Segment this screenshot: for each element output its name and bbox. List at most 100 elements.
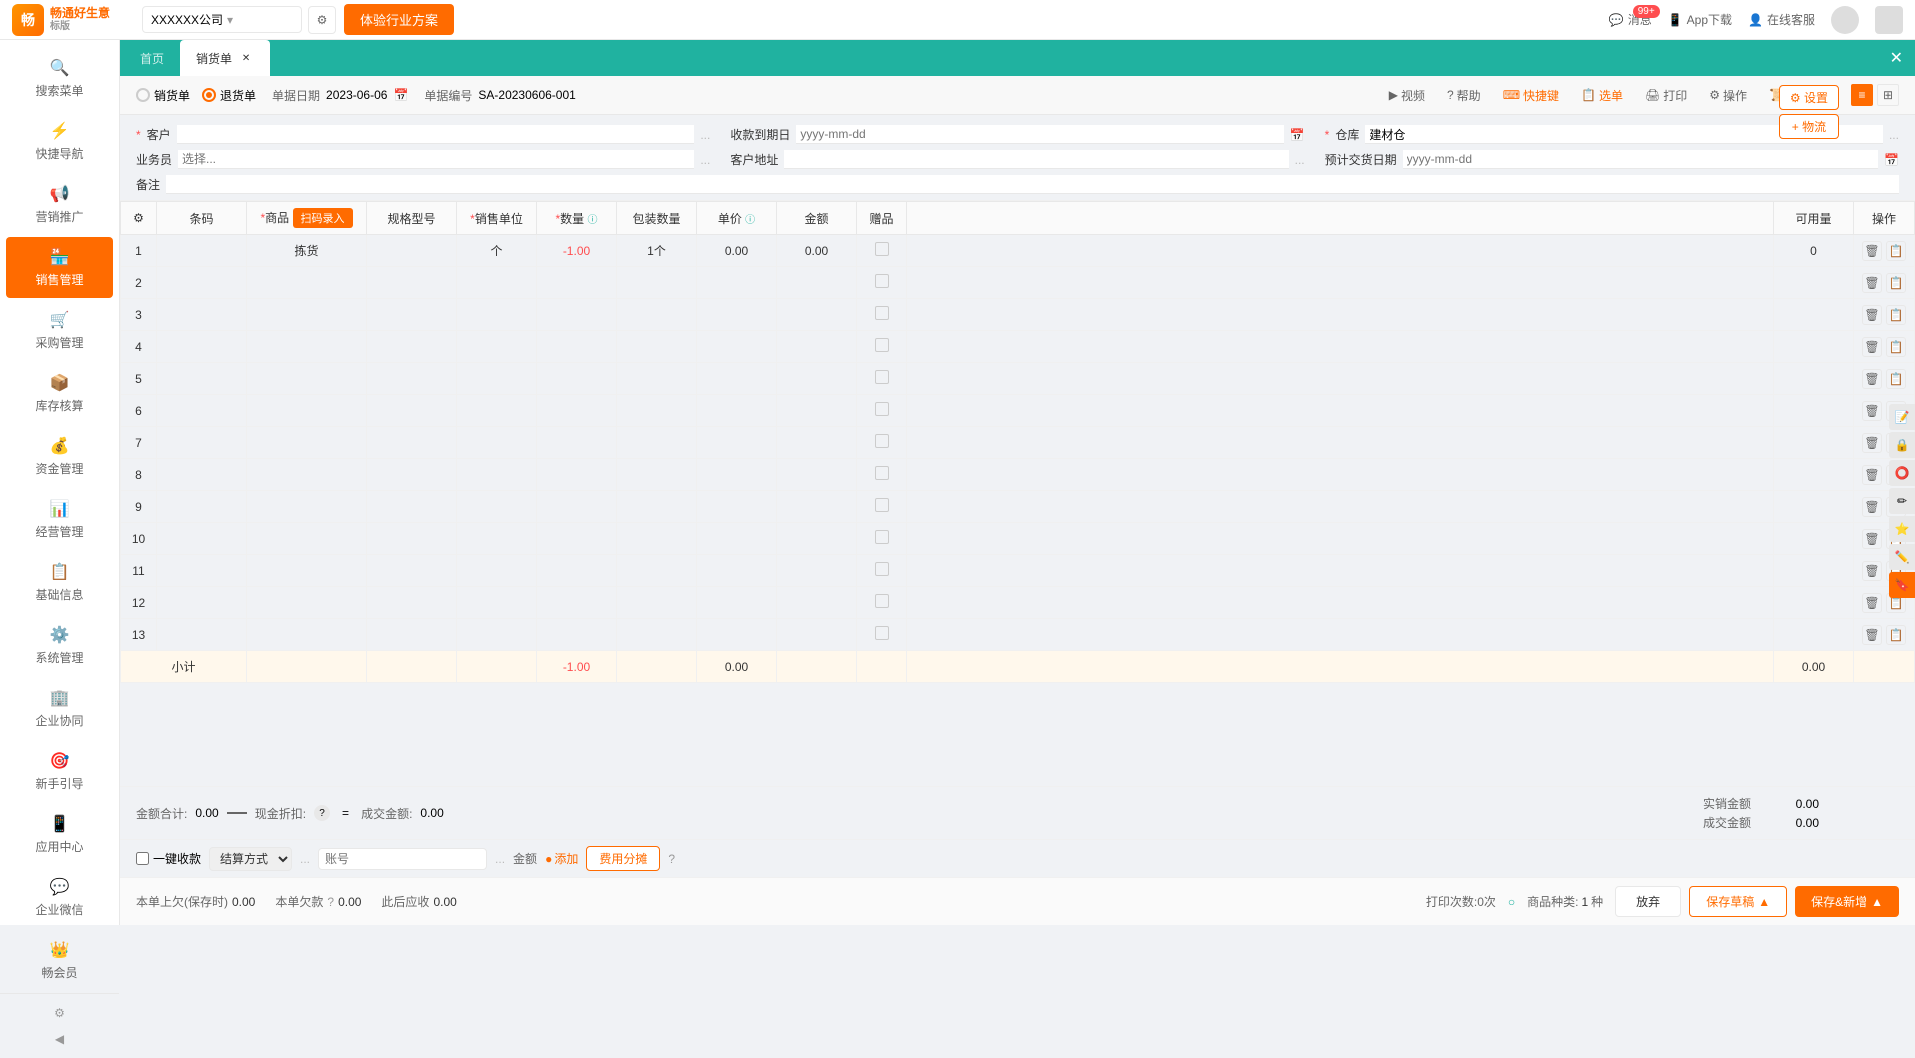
- tab-close-icon[interactable]: ✕: [238, 50, 254, 66]
- pick-btn[interactable]: 📋 选单: [1575, 85, 1629, 106]
- delete-icon-5[interactable]: 🗑: [1862, 369, 1882, 389]
- notes-input[interactable]: [166, 175, 1899, 194]
- sidebar-item-operations[interactable]: 📊 经营管理: [6, 489, 113, 550]
- sidebar-item-system[interactable]: ⚙️ 系统管理: [6, 615, 113, 676]
- due-date-input[interactable]: [796, 125, 1283, 144]
- customer-addr-input[interactable]: [784, 150, 1288, 169]
- company-selector[interactable]: XXXXXX公司 ▾: [142, 6, 302, 33]
- sidebar-item-member[interactable]: 👑 畅会员: [6, 930, 113, 991]
- user-menu[interactable]: [1875, 6, 1903, 34]
- delete-icon-4[interactable]: 🗑: [1862, 337, 1882, 357]
- delete-icon-10[interactable]: 🗑: [1862, 529, 1882, 549]
- delete-icon-2[interactable]: 🗑: [1862, 273, 1882, 293]
- delete-icon-9[interactable]: 🗑: [1862, 497, 1882, 517]
- trial-button[interactable]: 体验行业方案: [344, 4, 454, 35]
- save-draft-button[interactable]: 保存草稿 ▲: [1689, 886, 1787, 917]
- one-click-pay-checkbox[interactable]: 一键收款: [136, 850, 201, 867]
- customer-dots[interactable]: ...: [700, 128, 710, 142]
- sidebar-item-purchase[interactable]: 🛒 采购管理: [6, 300, 113, 361]
- account-input[interactable]: [318, 848, 487, 870]
- delete-icon-13[interactable]: 🗑: [1862, 625, 1882, 645]
- ops-btn[interactable]: ⚙ 操作: [1703, 85, 1753, 106]
- warehouse-dots[interactable]: ...: [1889, 128, 1899, 142]
- sidebar-item-inventory[interactable]: 📦 库存核算: [6, 363, 113, 424]
- float-btn-4[interactable]: ✏: [1889, 488, 1915, 514]
- app-download-button[interactable]: 📱 App下载: [1668, 11, 1732, 28]
- save-new-button[interactable]: 保存&新增 ▲: [1795, 886, 1899, 917]
- help-btn[interactable]: ? 帮助: [1441, 85, 1487, 106]
- list-view-btn[interactable]: ≡: [1851, 84, 1873, 106]
- delete-icon-3[interactable]: 🗑: [1862, 305, 1882, 325]
- add-payment-button[interactable]: ● 添加: [545, 850, 578, 867]
- online-support-button[interactable]: 👤 在线客服: [1748, 11, 1815, 28]
- salesperson-input[interactable]: [178, 150, 694, 169]
- addr-dots[interactable]: ...: [1295, 153, 1305, 167]
- copy-icon-1[interactable]: 📋: [1886, 241, 1906, 261]
- delete-icon-12[interactable]: 🗑: [1862, 593, 1882, 613]
- radio-sales-order[interactable]: 销货单: [136, 87, 190, 104]
- radio-return-order[interactable]: 退货单: [202, 87, 256, 104]
- scan-button[interactable]: 扫码录入: [293, 208, 353, 228]
- shortcuts-btn[interactable]: ⌨ 快捷键: [1497, 85, 1565, 106]
- delete-icon-8[interactable]: 🗑: [1862, 465, 1882, 485]
- avatar[interactable]: [1831, 6, 1859, 34]
- settlement-method-select[interactable]: 结算方式: [209, 847, 292, 871]
- tab-sales-order[interactable]: 销货单 ✕: [180, 40, 270, 76]
- copy-icon-2[interactable]: 📋: [1886, 273, 1906, 293]
- copy-icon-5[interactable]: 📋: [1886, 369, 1906, 389]
- tab-home[interactable]: 首页: [124, 40, 180, 76]
- float-btn-6[interactable]: ✏️: [1889, 544, 1915, 570]
- messages-button[interactable]: 💬 消息 99+: [1609, 11, 1652, 28]
- one-click-pay-input[interactable]: [136, 852, 149, 865]
- float-btn-7[interactable]: 🔖: [1889, 572, 1915, 598]
- sidebar-item-search[interactable]: 🔍 搜索菜单: [6, 48, 113, 109]
- copy-icon-13[interactable]: 📋: [1886, 625, 1906, 645]
- sidebar-item-sales[interactable]: 🏪 销售管理: [6, 237, 113, 298]
- col-header-settings[interactable]: ⚙: [121, 202, 157, 235]
- account-dots[interactable]: ...: [495, 852, 505, 866]
- delete-icon-1[interactable]: 🗑: [1862, 241, 1882, 261]
- cell-gift-1[interactable]: [857, 235, 907, 267]
- sidebar-item-enterprise[interactable]: 🏢 企业协同: [6, 678, 113, 739]
- sidebar-settings-button[interactable]: ⚙: [50, 1002, 69, 1024]
- delete-icon-7[interactable]: 🗑: [1862, 433, 1882, 453]
- tab-bar-close-button[interactable]: ✕: [1878, 48, 1915, 68]
- due-date-calendar-icon[interactable]: 📅: [1290, 128, 1305, 142]
- settlement-dots[interactable]: ...: [300, 852, 310, 866]
- sidebar-item-marketing[interactable]: 📢 营销推广: [6, 174, 113, 235]
- sidebar-item-finance[interactable]: 💰 资金管理: [6, 426, 113, 487]
- help-icon[interactable]: ?: [314, 805, 330, 821]
- sidebar-item-shortcut[interactable]: ⚡ 快捷导航: [6, 111, 113, 172]
- float-btn-2[interactable]: 🔒: [1889, 432, 1915, 458]
- table-wrapper[interactable]: ⚙ 条码 *商品 扫码录入 规格型号 *销售单位 *数量 ⓘ 包装数量: [120, 201, 1915, 786]
- copy-icon-3[interactable]: 📋: [1886, 305, 1906, 325]
- delivery-calendar-icon[interactable]: 📅: [1884, 153, 1899, 167]
- customer-input[interactable]: [177, 125, 695, 144]
- sidebar-item-base[interactable]: 📋 基础信息: [6, 552, 113, 613]
- float-btn-1[interactable]: 📝: [1889, 404, 1915, 430]
- sidebar-item-wechat[interactable]: 💬 企业微信: [6, 867, 113, 928]
- discard-button[interactable]: 放弃: [1615, 886, 1681, 917]
- fee-help-icon[interactable]: ?: [668, 852, 675, 866]
- sidebar-item-apps[interactable]: 📱 应用中心: [6, 804, 113, 865]
- cell-barcode-1[interactable]: [157, 235, 247, 267]
- sidebar-item-guide[interactable]: 🎯 新手引导: [6, 741, 113, 802]
- float-btn-5[interactable]: ⭐: [1889, 516, 1915, 542]
- grid-view-btn[interactable]: ⊞: [1877, 84, 1899, 106]
- delivery-date-input[interactable]: [1403, 150, 1878, 169]
- float-btn-3[interactable]: ⭕: [1889, 460, 1915, 486]
- settings-button[interactable]: ⚙ 设置: [1779, 85, 1839, 110]
- copy-icon-4[interactable]: 📋: [1886, 337, 1906, 357]
- cell-spec-1[interactable]: [367, 235, 457, 267]
- total-owe-help-icon[interactable]: ?: [327, 895, 334, 909]
- video-btn[interactable]: ▶ 视频: [1383, 85, 1431, 106]
- calendar-icon[interactable]: 📅: [393, 88, 408, 102]
- delete-icon-6[interactable]: 🗑: [1862, 401, 1882, 421]
- settings-icon[interactable]: ⚙: [308, 6, 336, 34]
- delete-icon-11[interactable]: 🗑: [1862, 561, 1882, 581]
- fee-split-button[interactable]: 费用分摊: [586, 846, 660, 871]
- print-btn[interactable]: 🖨 打印: [1639, 85, 1693, 106]
- salesperson-dots[interactable]: ...: [700, 153, 710, 167]
- logistics-button[interactable]: + 物流: [1779, 114, 1839, 139]
- sidebar-collapse-button[interactable]: ◀: [51, 1028, 68, 1050]
